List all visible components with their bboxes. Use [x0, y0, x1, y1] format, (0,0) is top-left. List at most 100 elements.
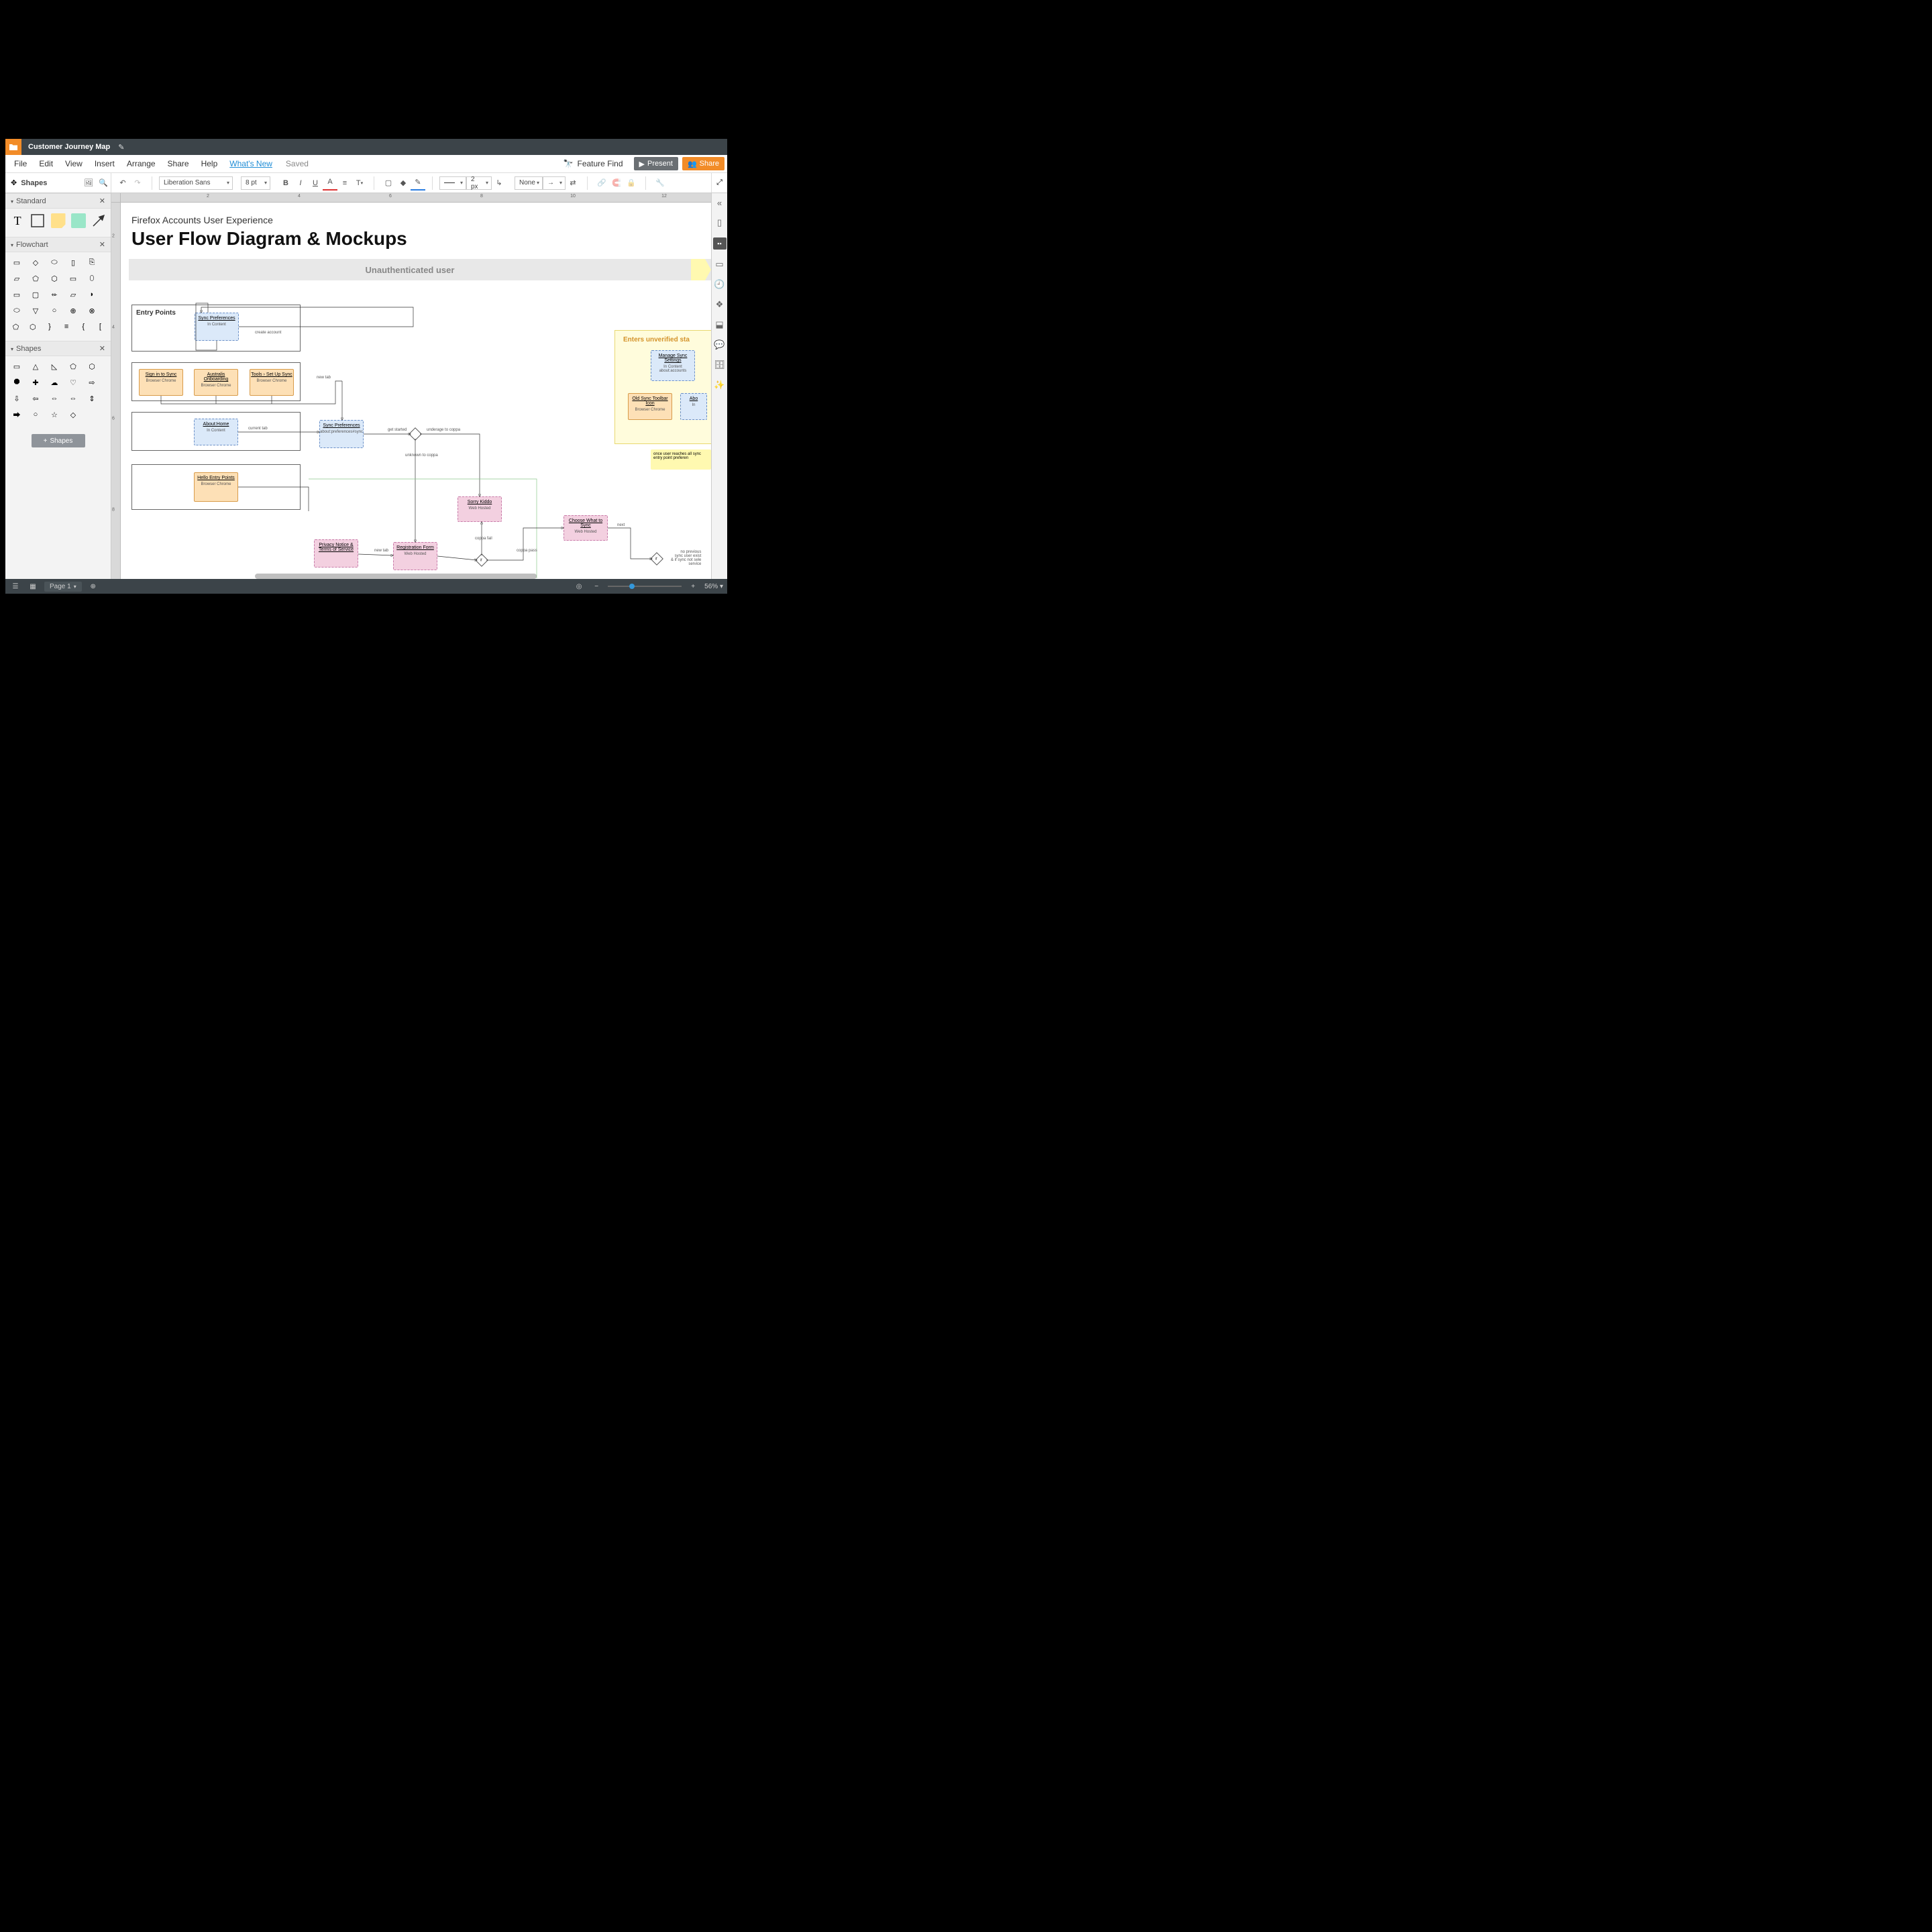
- close-icon[interactable]: ✕: [99, 240, 105, 249]
- sh-larrow[interactable]: ⇦: [28, 392, 43, 405]
- linewidth-dropdown[interactable]: 2 px: [466, 176, 492, 190]
- sh-callout[interactable]: ⮕: [9, 409, 24, 421]
- fc-process[interactable]: ▭: [9, 256, 24, 268]
- fc-s16[interactable]: ⬠: [9, 321, 22, 333]
- line-tool[interactable]: [91, 213, 107, 229]
- slides-icon[interactable]: ▪▪: [713, 237, 727, 250]
- data-icon[interactable]: 🗄: [714, 360, 725, 370]
- fc-s9[interactable]: ▱: [66, 288, 80, 301]
- sh-heart[interactable]: ♡: [66, 376, 80, 388]
- decision-1[interactable]: [409, 427, 422, 441]
- sh-pent[interactable]: ⬠: [66, 360, 80, 372]
- sh-star[interactable]: ☆: [47, 409, 62, 421]
- sh-circle[interactable]: ○: [28, 409, 43, 421]
- present-button[interactable]: ▶Present: [634, 157, 678, 170]
- close-icon[interactable]: ✕: [99, 197, 105, 205]
- page2-icon[interactable]: ⬓: [714, 319, 725, 330]
- close-icon[interactable]: ✕: [99, 344, 105, 353]
- font-dropdown[interactable]: Liberation Sans: [159, 176, 233, 190]
- redo-button[interactable]: ↷: [130, 176, 145, 191]
- sh-varrow[interactable]: ⇕: [85, 392, 99, 405]
- fc-s5[interactable]: ⬯: [85, 272, 99, 284]
- zoom-value[interactable]: 56% ▾: [704, 583, 723, 590]
- canvas[interactable]: Firefox Accounts User Experience User Fl…: [121, 203, 711, 579]
- menu-edit[interactable]: Edit: [33, 159, 59, 168]
- text-tool[interactable]: T: [9, 213, 25, 229]
- lock-button[interactable]: 🔒: [624, 176, 639, 191]
- linecolor-button[interactable]: ✎: [411, 176, 425, 191]
- fill-dropdown[interactable]: None: [515, 176, 543, 190]
- gear-icon[interactable]: ✥: [11, 178, 17, 187]
- rect-shape[interactable]: [30, 213, 46, 229]
- node-hello[interactable]: Hello Entry PointsBrowser Chrome: [194, 472, 238, 502]
- section-flowchart[interactable]: ▾Flowchart✕: [5, 237, 111, 252]
- fc-s11[interactable]: ⬭: [9, 305, 24, 317]
- fc-s8[interactable]: ⬰: [47, 288, 62, 301]
- sh-harrow2[interactable]: ⇔: [66, 392, 80, 405]
- fc-s7[interactable]: ▢: [28, 288, 43, 301]
- image-icon[interactable]: 🖼: [81, 176, 96, 191]
- fc-s12[interactable]: ▽: [28, 305, 43, 317]
- underline-button[interactable]: U: [308, 176, 323, 191]
- fc-document[interactable]: ⎘: [85, 256, 99, 268]
- italic-button[interactable]: I: [293, 176, 308, 191]
- menu-file[interactable]: File: [8, 159, 33, 168]
- share-button[interactable]: 👥Share: [682, 157, 724, 170]
- doc-name[interactable]: Customer Journey Map: [21, 143, 117, 151]
- sh-rect[interactable]: ▭: [9, 360, 24, 372]
- node-manage[interactable]: Manage Sync SettingsIn Content about:acc…: [651, 350, 695, 381]
- fc-decision[interactable]: ◇: [28, 256, 43, 268]
- node-abo[interactable]: AboIn: [680, 393, 707, 420]
- node-oldsync[interactable]: Old Sync Toolbar IconBrowser Chrome: [628, 393, 672, 420]
- fc-s21[interactable]: [: [94, 321, 107, 333]
- node-sync-prefs-2[interactable]: Sync Preferencesabout:preferences#sync: [319, 420, 364, 448]
- fc-s19[interactable]: ≡: [60, 321, 73, 333]
- block-shape[interactable]: [70, 213, 87, 229]
- target-icon[interactable]: ◎: [573, 580, 585, 592]
- textformat-button[interactable]: T▾: [352, 176, 367, 191]
- bordercolor-button[interactable]: ▢: [381, 176, 396, 191]
- node-tools[interactable]: Tools › Set Up SyncBrowser Chrome: [250, 369, 294, 396]
- fc-s3[interactable]: ⬡: [47, 272, 62, 284]
- sh-darrow[interactable]: ⇩: [9, 392, 24, 405]
- align-button[interactable]: ≡: [337, 176, 352, 191]
- linestyle-dropdown[interactable]: [439, 176, 466, 190]
- sh-plus[interactable]: ✚: [28, 376, 43, 388]
- history-icon[interactable]: 🕘: [714, 279, 725, 290]
- list-view-icon[interactable]: ☰: [9, 580, 21, 592]
- sh-diamond[interactable]: ◇: [66, 409, 80, 421]
- swap-button[interactable]: ⇄: [566, 176, 580, 191]
- section-shapes[interactable]: ▾Shapes✕: [5, 341, 111, 356]
- section-standard[interactable]: ▾Standard✕: [5, 193, 111, 209]
- fc-terminator[interactable]: ⬭: [47, 256, 62, 268]
- canvas-area[interactable]: 24681012 2468 Firefox Accounts User Expe…: [111, 193, 711, 579]
- sh-tri[interactable]: △: [28, 360, 43, 372]
- zoom-slider[interactable]: [608, 586, 682, 587]
- fc-s13[interactable]: ○: [47, 305, 62, 317]
- zoom-in-button[interactable]: +: [687, 580, 699, 592]
- feature-find[interactable]: 🔭Feature Find: [564, 159, 623, 168]
- decision-if-coppa[interactable]: if: [475, 553, 488, 567]
- comment-icon[interactable]: 💬: [714, 339, 725, 350]
- node-signin[interactable]: Sign in to SyncBrowser Chrome: [139, 369, 183, 396]
- fc-predef[interactable]: ▯: [66, 256, 80, 268]
- fc-s6[interactable]: ▭: [9, 288, 24, 301]
- menu-arrange[interactable]: Arrange: [121, 159, 162, 168]
- sh-rtri[interactable]: ◺: [47, 360, 62, 372]
- node-choose[interactable]: Choose What to SyncWeb Hosted: [564, 515, 608, 541]
- fontsize-dropdown[interactable]: 8 pt: [241, 176, 270, 190]
- bold-button[interactable]: B: [278, 176, 293, 191]
- decision-if-sync[interactable]: if: [650, 552, 663, 566]
- magnet-button[interactable]: 🧲: [609, 176, 624, 191]
- linecurve-button[interactable]: ↳: [492, 176, 506, 191]
- page-icon[interactable]: ▯: [714, 217, 725, 228]
- sh-oct[interactable]: ⯃: [9, 376, 24, 388]
- fc-s4[interactable]: ▭: [66, 272, 80, 284]
- menu-whatsnew[interactable]: What's New: [223, 159, 278, 168]
- sh-hex[interactable]: ⬡: [85, 360, 99, 372]
- layers-icon[interactable]: ❖: [714, 299, 725, 310]
- fc-s10[interactable]: ◗: [85, 288, 99, 301]
- collapse-icon[interactable]: «: [714, 197, 725, 208]
- link-button[interactable]: 🔗: [594, 176, 609, 191]
- fc-s14[interactable]: ⊕: [66, 305, 80, 317]
